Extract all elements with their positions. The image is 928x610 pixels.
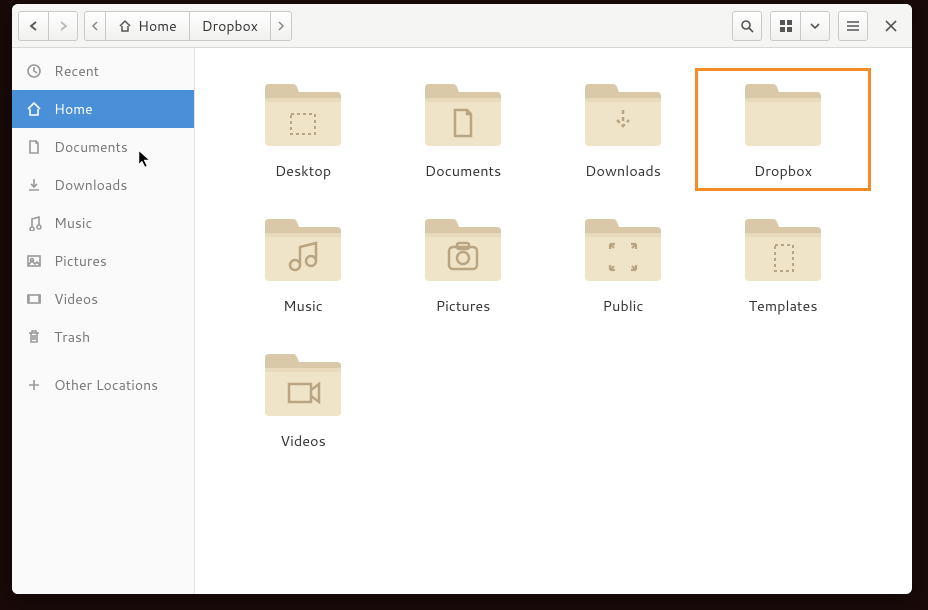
trash-icon — [26, 329, 42, 345]
forward-button[interactable] — [48, 11, 78, 41]
folder-icon — [259, 348, 347, 422]
sidebar-item-trash[interactable]: Trash — [12, 318, 194, 356]
file-manager-window: Home Dropbox — [12, 4, 912, 594]
folder-label: Music — [283, 295, 323, 316]
folder-icon — [259, 213, 347, 287]
folder-label: Dropbox — [754, 160, 812, 181]
folder-templates[interactable]: Templates — [703, 209, 863, 344]
nav-buttons — [18, 11, 78, 41]
sidebar-item-label: Music — [54, 213, 92, 233]
sidebar-item-videos[interactable]: Videos — [12, 280, 194, 318]
folder-dropbox[interactable]: Dropbox — [703, 74, 863, 209]
back-button[interactable] — [18, 11, 48, 41]
path-home-button[interactable]: Home — [105, 11, 189, 41]
folder-label: Desktop — [275, 160, 331, 181]
pictures-icon — [26, 253, 42, 269]
sidebar-item-home[interactable]: Home — [12, 90, 194, 128]
search-button[interactable] — [732, 11, 762, 41]
music-icon — [26, 215, 42, 231]
path-home-label: Home — [138, 16, 177, 36]
home-icon — [26, 101, 42, 117]
chevron-down-icon — [810, 19, 820, 33]
folder-label: Public — [603, 295, 644, 316]
video-icon — [26, 291, 42, 307]
sidebar: Recent Home Documents Downloads Music Pi… — [12, 48, 195, 594]
folder-label: Templates — [748, 295, 817, 316]
sidebar-item-recent[interactable]: Recent — [12, 52, 194, 90]
folder-icon — [419, 78, 507, 152]
content-area[interactable]: Desktop Documents Downloads Dropbox Musi — [195, 48, 912, 594]
folder-documents[interactable]: Documents — [383, 74, 543, 209]
titlebar: Home Dropbox — [12, 4, 912, 48]
folder-icon — [259, 78, 347, 152]
sidebar-item-label: Home — [54, 99, 93, 119]
path-prev-button[interactable] — [84, 11, 105, 41]
clock-icon — [26, 63, 42, 79]
folder-music[interactable]: Music — [223, 209, 383, 344]
search-icon — [740, 19, 754, 33]
folder-icon — [579, 78, 667, 152]
folder-public[interactable]: Public — [543, 209, 703, 344]
folder-videos[interactable]: Videos — [223, 344, 383, 479]
plus-icon — [26, 377, 42, 393]
folder-icon — [579, 213, 667, 287]
sidebar-item-label: Downloads — [54, 175, 127, 195]
document-icon — [26, 139, 42, 155]
folder-desktop[interactable]: Desktop — [223, 74, 383, 209]
view-options-button[interactable] — [800, 11, 830, 41]
folder-icon — [739, 213, 827, 287]
sidebar-item-label: Videos — [54, 289, 98, 309]
folder-pictures[interactable]: Pictures — [383, 209, 543, 344]
view-buttons — [770, 11, 830, 41]
path-current-button[interactable]: Dropbox — [189, 11, 270, 41]
folder-label: Documents — [425, 160, 501, 181]
sidebar-other-label: Other Locations — [54, 375, 158, 395]
folder-downloads[interactable]: Downloads — [543, 74, 703, 209]
sidebar-item-documents[interactable]: Documents — [12, 128, 194, 166]
grid-icon — [779, 19, 793, 33]
sidebar-item-pictures[interactable]: Pictures — [12, 242, 194, 280]
close-icon — [885, 20, 897, 32]
path-next-button[interactable] — [270, 11, 292, 41]
home-icon — [118, 19, 132, 33]
download-icon — [26, 177, 42, 193]
menu-button[interactable] — [838, 11, 868, 41]
sidebar-item-label: Pictures — [54, 251, 107, 271]
sidebar-item-music[interactable]: Music — [12, 204, 194, 242]
sidebar-other-locations[interactable]: Other Locations — [12, 366, 194, 404]
sidebar-item-label: Documents — [54, 137, 128, 157]
folder-icon — [739, 78, 827, 152]
folder-label: Pictures — [436, 295, 491, 316]
sidebar-item-downloads[interactable]: Downloads — [12, 166, 194, 204]
grid-view-button[interactable] — [770, 11, 800, 41]
hamburger-icon — [846, 19, 860, 33]
path-bar: Home Dropbox — [84, 11, 292, 41]
folder-icon — [419, 213, 507, 287]
path-current-label: Dropbox — [202, 16, 258, 36]
sidebar-item-label: Recent — [54, 61, 99, 81]
sidebar-item-label: Trash — [54, 327, 90, 347]
body: Recent Home Documents Downloads Music Pi… — [12, 48, 912, 594]
close-button[interactable] — [876, 11, 906, 41]
folder-label: Videos — [280, 430, 326, 451]
folder-label: Downloads — [585, 160, 661, 181]
